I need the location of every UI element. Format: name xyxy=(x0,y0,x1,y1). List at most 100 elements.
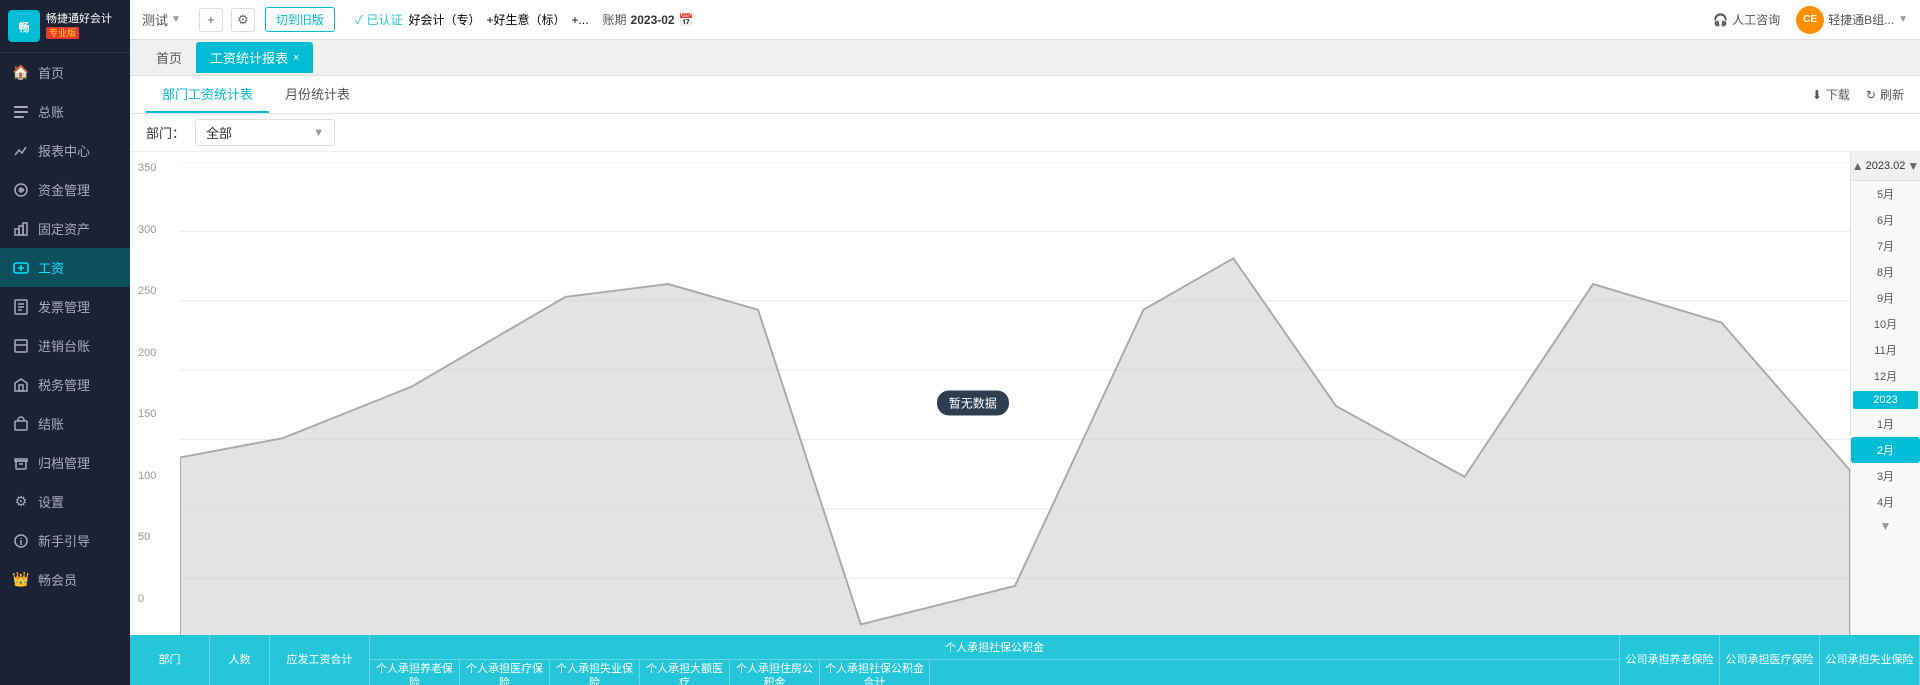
sub-tab-department[interactable]: 部门工资统计表 xyxy=(146,76,269,113)
download-button[interactable]: ⬇ 下载 xyxy=(1812,86,1850,103)
sidebar-item-assets[interactable]: 固定资产 xyxy=(0,209,130,248)
col-company-medical: 公司承担医疗保险 xyxy=(1720,635,1820,685)
y-label-100: 100 xyxy=(138,470,156,482)
app-logo: 畅 畅捷通好会计 专业版 xyxy=(0,0,130,53)
switch-version-button[interactable]: 切到旧版 xyxy=(265,7,335,32)
sub-tab-actions: ⬇ 下载 ↻ 刷新 xyxy=(1812,86,1904,103)
col-headcount: 人数 xyxy=(210,635,270,685)
y-label-150: 150 xyxy=(138,408,156,420)
sidebar-item-label: 新手引导 xyxy=(38,531,90,550)
date-year-2023[interactable]: 2023 xyxy=(1853,391,1918,409)
topbar-right: 🎧 人工咨询 CE 轻捷通B组... ▼ xyxy=(1713,6,1908,34)
certified-badge: ✓ 已认证 xyxy=(355,11,403,28)
calendar-icon[interactable]: 📅 xyxy=(679,13,694,27)
topbar-period: 账期 2023-02 📅 xyxy=(603,11,694,28)
filter-bar: 部门： 全部 ▼ xyxy=(130,114,1920,152)
sidebar-item-archive[interactable]: 归档管理 xyxy=(0,443,130,482)
sidebar-item-inventory[interactable]: 进销台账 xyxy=(0,326,130,365)
sidebar-nav: 🏠 首页 总账 报表中心 资金管理 xyxy=(0,53,130,685)
invoice-icon xyxy=(12,298,30,316)
sidebar-item-member[interactable]: 👑 畅会员 xyxy=(0,560,130,599)
user-dropdown-arrow-icon: ▼ xyxy=(1898,14,1908,25)
date-month-10[interactable]: 10月 xyxy=(1851,311,1920,337)
sidebar-item-close[interactable]: 结账 xyxy=(0,404,130,443)
date-month-2023-3[interactable]: 3月 xyxy=(1851,463,1920,489)
y-label-0: 0 xyxy=(138,593,156,605)
sidebar-item-funds[interactable]: 资金管理 xyxy=(0,170,130,209)
refresh-button[interactable]: ↻ 刷新 xyxy=(1866,86,1904,103)
dropdown-arrow-icon: ▼ xyxy=(171,14,181,25)
date-month-5[interactable]: 5月 xyxy=(1851,181,1920,207)
y-label-300: 300 xyxy=(138,224,156,236)
col-group-personal-header: 个人承担社保公积金 xyxy=(370,635,1619,660)
col-company-unemployment: 公司承担失业保险 xyxy=(1820,635,1920,685)
date-month-12[interactable]: 12月 xyxy=(1851,363,1920,389)
table-header: 部门 人数 应发工资合计 个人承担社保公积金 个人承担养老保险 个人承担医疗保险… xyxy=(130,635,1920,685)
area-chart xyxy=(180,162,1850,635)
date-month-6[interactable]: 6月 xyxy=(1851,207,1920,233)
sub-tabs: 部门工资统计表 月份统计表 ⬇ 下载 ↻ 刷新 xyxy=(130,76,1920,114)
filter-label: 部门： xyxy=(146,123,185,142)
chart-main: 350 300 250 200 150 100 50 0 xyxy=(130,152,1850,635)
tab-home[interactable]: 首页 xyxy=(142,42,196,73)
date-month-2023-1[interactable]: 1月 xyxy=(1851,411,1920,437)
topbar-badges: ✓ 已认证 好会计（专） +好生意（标） +... xyxy=(355,11,589,28)
sidebar-item-settings[interactable]: ⚙ 设置 xyxy=(0,482,130,521)
date-month-8[interactable]: 8月 xyxy=(1851,259,1920,285)
assets-icon xyxy=(12,220,30,238)
y-label-350: 350 xyxy=(138,162,156,174)
sidebar-item-label: 税务管理 xyxy=(38,375,90,394)
col-group-personal-children: 个人承担养老保险 个人承担医疗保险 个人承担失业保险 个人承担大额医疗 个人承担… xyxy=(370,660,1619,685)
sidebar-item-invoice[interactable]: 发票管理 xyxy=(0,287,130,326)
date-month-9[interactable]: 9月 xyxy=(1851,285,1920,311)
y-label-50: 50 xyxy=(138,531,156,543)
col-total-salary: 应发工资合计 xyxy=(270,635,370,685)
customer-service-button[interactable]: 🎧 人工咨询 xyxy=(1713,11,1780,28)
sub-tab-monthly[interactable]: 月份统计表 xyxy=(269,76,366,113)
date-month-11[interactable]: 11月 xyxy=(1851,337,1920,363)
logo-text: 畅捷通好会计 专业版 xyxy=(46,12,112,41)
sidebar-item-label: 固定资产 xyxy=(38,219,90,238)
date-month-2023-4[interactable]: 4月 xyxy=(1851,489,1920,515)
sidebar-item-home[interactable]: 🏠 首页 xyxy=(0,53,130,92)
col-personal-pension: 个人承担养老保险 xyxy=(370,660,460,685)
topbar: 测试 ▼ + ⚙ 切到旧版 ✓ 已认证 好会计（专） +好生意（标） +... … xyxy=(130,0,1920,40)
tab-close-icon[interactable]: × xyxy=(293,52,299,64)
product-badge1: 好会计（专） xyxy=(408,11,480,28)
col-department: 部门 xyxy=(130,635,210,685)
date-scroll-down[interactable]: ▼ xyxy=(1851,515,1920,537)
select-arrow-icon: ▼ xyxy=(313,127,324,139)
sidebar-item-guide[interactable]: 新手引导 xyxy=(0,521,130,560)
close-account-icon xyxy=(12,415,30,433)
sidebar-item-salary[interactable]: 工资 xyxy=(0,248,130,287)
add-button[interactable]: + xyxy=(199,8,223,32)
chart-tooltip: 暂无数据 xyxy=(937,391,1009,416)
sidebar-item-label: 总账 xyxy=(38,102,64,121)
refresh-icon: ↻ xyxy=(1866,88,1876,102)
date-down-icon[interactable]: ▼ xyxy=(1907,158,1919,174)
sidebar-item-label: 报表中心 xyxy=(38,141,90,160)
user-menu[interactable]: CE 轻捷通B组... ▼ xyxy=(1796,6,1908,34)
avatar: CE xyxy=(1796,6,1824,34)
sidebar-item-tax[interactable]: 税务管理 xyxy=(0,365,130,404)
date-month-7[interactable]: 7月 xyxy=(1851,233,1920,259)
logo-icon: 畅 xyxy=(8,10,40,42)
sidebar-item-reports[interactable]: 报表中心 xyxy=(0,131,130,170)
settings-button[interactable]: ⚙ xyxy=(231,8,255,32)
date-panel: ▲ 2023.02 ▼ 5月 6月 7月 8月 9月 10月 11月 12月 2… xyxy=(1850,152,1920,635)
sidebar-item-label: 首页 xyxy=(38,63,64,82)
inventory-icon xyxy=(12,337,30,355)
sidebar-item-label: 发票管理 xyxy=(38,297,90,316)
date-up-icon[interactable]: ▲ xyxy=(1852,158,1864,174)
member-icon: 👑 xyxy=(12,571,30,589)
svg-text:畅: 畅 xyxy=(19,20,30,34)
department-select[interactable]: 全部 ▼ xyxy=(195,119,335,146)
download-icon: ⬇ xyxy=(1812,88,1822,102)
sidebar: 畅 畅捷通好会计 专业版 🏠 首页 总账 xyxy=(0,0,130,685)
sidebar-item-ledger[interactable]: 总账 xyxy=(0,92,130,131)
date-month-2023-2[interactable]: 2月 xyxy=(1851,437,1920,463)
chart-y-labels: 350 300 250 200 150 100 50 0 xyxy=(138,162,156,605)
topbar-title[interactable]: 测试 ▼ xyxy=(142,10,181,29)
tab-salary-report[interactable]: 工资统计报表 × xyxy=(196,42,313,73)
col-personal-bigmedical: 个人承担大额医疗 xyxy=(640,660,730,685)
